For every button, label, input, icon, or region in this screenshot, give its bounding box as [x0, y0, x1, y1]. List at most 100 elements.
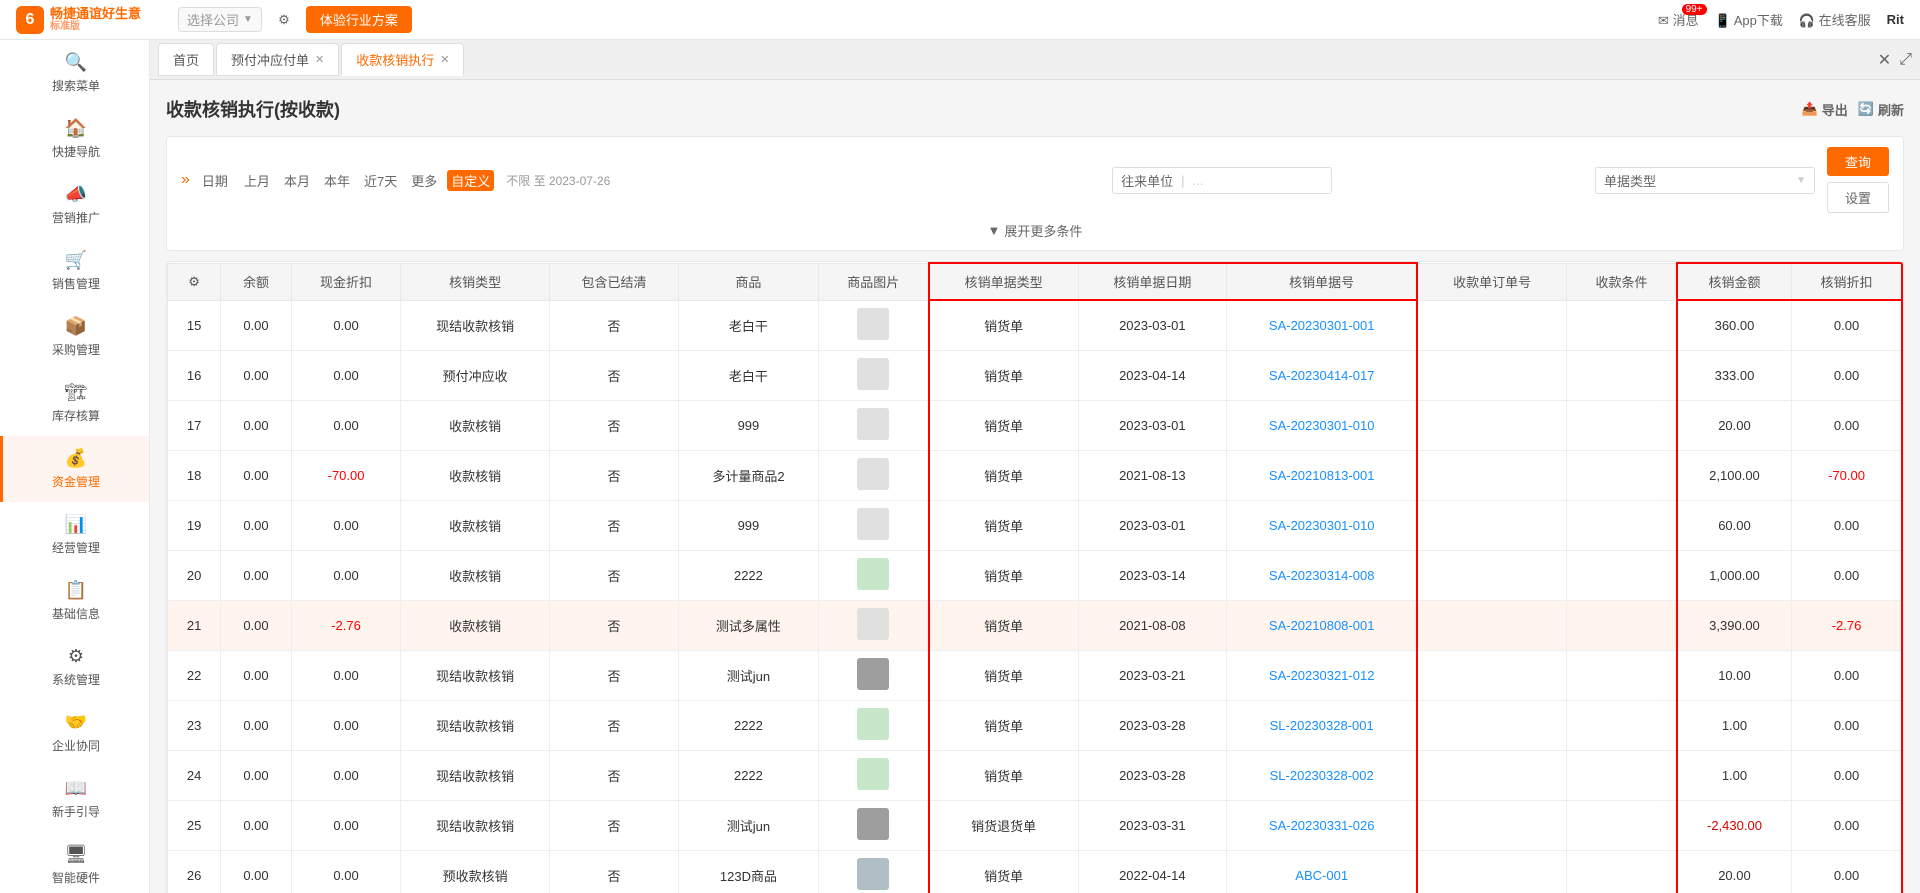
sidebar-item-inventory[interactable]: 🏗 库存核算 [0, 370, 149, 436]
sidebar-label-collab: 企业协同 [52, 737, 100, 754]
sidebar-item-shortcut[interactable]: 🏠 快捷导航 [0, 106, 149, 172]
export-icon: 📤 [1802, 101, 1818, 117]
date-btn-this-year[interactable]: 本年 [320, 170, 354, 191]
cell-product-img [818, 800, 928, 850]
sidebar-label-base: 基础信息 [52, 605, 100, 622]
cell-included-settled: 否 [549, 500, 678, 550]
base-icon: 📋 [65, 580, 87, 601]
date-btn-custom[interactable]: 自定义 [447, 170, 494, 191]
tab-prepay-close[interactable]: ✕ [315, 53, 324, 66]
sidebar-item-hardware[interactable]: 🖥 智能硬件 [0, 832, 149, 893]
cell-bill-type: 销货单 [929, 500, 1078, 550]
cell-id: 23 [168, 700, 221, 750]
tab-receipt-close[interactable]: ✕ [440, 53, 449, 66]
bill-no-link[interactable]: SA-20230301-010 [1269, 518, 1375, 533]
cell-bill-date: 2023-03-28 [1078, 700, 1227, 750]
cell-product: 999 [678, 400, 818, 450]
cell-verify-type: 收款核销 [401, 450, 550, 500]
cell-verify-amount: 10.00 [1677, 650, 1792, 700]
cell-balance: 0.00 [221, 800, 292, 850]
sidebar-label-system: 系统管理 [52, 671, 100, 688]
sidebar-label-sales: 销售管理 [52, 275, 100, 292]
date-btn-this-month[interactable]: 本月 [280, 170, 314, 191]
cell-verify-amount: 1,000.00 [1677, 550, 1792, 600]
column-settings-icon[interactable]: ⚙ [188, 274, 200, 289]
expand-conditions-button[interactable]: ▼ 展开更多条件 [988, 221, 1083, 240]
sidebar-label-shortcut: 快捷导航 [52, 143, 100, 160]
cell-verify-discount: 0.00 [1792, 550, 1902, 600]
sidebar-item-finance[interactable]: 💰 资金管理 [0, 436, 149, 502]
messages-button[interactable]: ✉ 消息 99+ [1658, 10, 1699, 29]
cell-product: 测试jun [678, 800, 818, 850]
bill-no-link[interactable]: SA-20230321-012 [1269, 668, 1375, 683]
sidebar-item-guide[interactable]: 📖 新手引导 [0, 766, 149, 832]
cell-verify-type: 预收款核销 [401, 850, 550, 893]
bill-type-field[interactable]: 单据类型 ▼ [1595, 167, 1815, 194]
bill-no-link[interactable]: SL-20230328-001 [1270, 718, 1374, 733]
bill-no-link[interactable]: ABC-001 [1295, 868, 1348, 883]
tab-close-all-icon[interactable]: ✕ [1878, 50, 1891, 70]
bill-no-link[interactable]: SA-20230331-026 [1269, 818, 1375, 833]
sidebar-item-business[interactable]: 📊 经营管理 [0, 502, 149, 568]
partner-field[interactable]: 往来单位 | ... [1112, 167, 1332, 194]
cell-product-img [818, 450, 928, 500]
service-button[interactable]: 🎧 在线客服 [1799, 10, 1871, 29]
product-image [857, 558, 889, 590]
sidebar-item-sales[interactable]: 🛒 销售管理 [0, 238, 149, 304]
tab-receipt-label: 收款核销执行 [356, 50, 434, 69]
bill-no-link[interactable]: SA-20210808-001 [1269, 618, 1375, 633]
date-btn-more[interactable]: 更多 [407, 170, 441, 191]
col-settings[interactable]: ⚙ [168, 263, 221, 300]
user-name[interactable]: Rit [1887, 12, 1904, 27]
cell-id: 26 [168, 850, 221, 893]
cell-balance: 0.00 [221, 450, 292, 500]
col-bill-no: 核销单据号 [1227, 263, 1418, 300]
cell-receipt-order [1417, 750, 1566, 800]
cell-bill-type: 销货单 [929, 350, 1078, 400]
cell-receipt-condition [1567, 400, 1677, 450]
refresh-button[interactable]: 🔄 刷新 [1858, 100, 1904, 119]
solution-button[interactable]: 体验行业方案 [306, 6, 412, 33]
settings-button[interactable]: 设置 [1827, 182, 1889, 213]
top-right: ✉ 消息 99+ 📱 App下载 🎧 在线客服 Rit [1658, 10, 1904, 29]
cell-balance: 0.00 [221, 750, 292, 800]
sidebar-item-marketing[interactable]: 📣 营销推广 [0, 172, 149, 238]
cell-receipt-order [1417, 550, 1566, 600]
bill-no-link[interactable]: SA-20230414-017 [1269, 368, 1375, 383]
filter-collapse-icon[interactable]: » [181, 171, 190, 189]
app-download-button[interactable]: 📱 App下载 [1715, 10, 1783, 29]
cell-verify-amount: 333.00 [1677, 350, 1792, 400]
app-label: App下载 [1734, 13, 1783, 28]
company-selector[interactable]: 选择公司 ▼ [178, 7, 262, 32]
sidebar-item-collab[interactable]: 🤝 企业协同 [0, 700, 149, 766]
cell-product-img [818, 700, 928, 750]
tab-actions: ✕ ⤢ [1878, 50, 1912, 70]
date-btn-last-month[interactable]: 上月 [240, 170, 274, 191]
cell-verify-type: 现结收款核销 [401, 700, 550, 750]
bill-no-link[interactable]: SL-20230328-002 [1270, 768, 1374, 783]
date-btn-7days[interactable]: 近7天 [360, 170, 401, 191]
bill-no-link[interactable]: SA-20230301-010 [1269, 418, 1375, 433]
cell-receipt-condition [1567, 600, 1677, 650]
sidebar-item-search[interactable]: 🔍 搜索菜单 [0, 40, 149, 106]
tab-home[interactable]: 首页 [158, 43, 214, 76]
home-icon: 🏠 [65, 118, 87, 139]
sidebar-item-base[interactable]: 📋 基础信息 [0, 568, 149, 634]
tab-prepay[interactable]: 预付冲应付单 ✕ [216, 43, 339, 76]
tab-receipt[interactable]: 收款核销执行 ✕ [341, 43, 464, 76]
export-button[interactable]: 📤 导出 [1802, 100, 1848, 119]
cell-product: 123D商品 [678, 850, 818, 893]
cell-id: 17 [168, 400, 221, 450]
query-button[interactable]: 查询 [1827, 147, 1889, 176]
bill-no-link[interactable]: SA-20230301-001 [1269, 318, 1375, 333]
sidebar-item-system[interactable]: ⚙ 系统管理 [0, 634, 149, 700]
bill-no-link[interactable]: SA-20230314-008 [1269, 568, 1375, 583]
purchase-icon: 📦 [65, 316, 87, 337]
bill-no-link[interactable]: SA-20210813-001 [1269, 468, 1375, 483]
col-verify-amount: 核销金额 [1677, 263, 1792, 300]
settings-icon[interactable]: ⚙ [270, 6, 298, 34]
tab-expand-icon[interactable]: ⤢ [1899, 51, 1912, 69]
table-row: 25 0.00 0.00 现结收款核销 否 测试jun 销货退货单 2023-0… [168, 800, 1903, 850]
cell-bill-date: 2023-04-14 [1078, 350, 1227, 400]
sidebar-item-purchase[interactable]: 📦 采购管理 [0, 304, 149, 370]
